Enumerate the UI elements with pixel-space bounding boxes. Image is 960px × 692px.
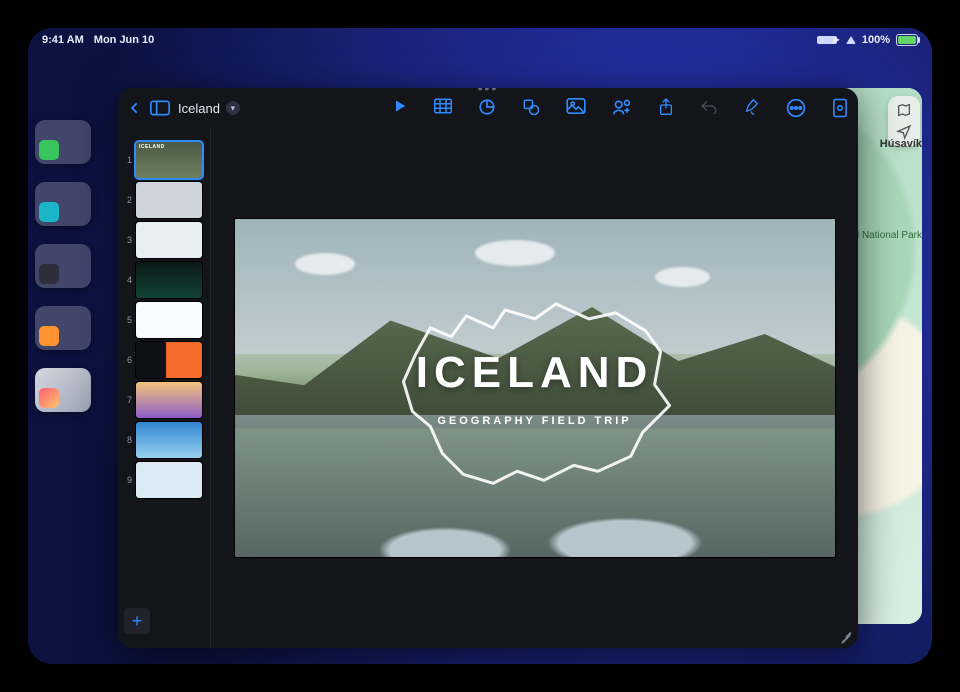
play-icon[interactable] <box>392 98 408 118</box>
slide-thumbnail-3[interactable]: 3 <box>122 222 206 258</box>
slide-canvas[interactable]: ICELAND GEOGRAPHY FIELD TRIP <box>211 128 858 648</box>
sidebar-toggle-button[interactable] <box>150 100 170 116</box>
window-resize-handle[interactable] <box>836 626 852 642</box>
slide-thumbnail-6[interactable]: 6 <box>122 342 206 378</box>
stage-tile-photos[interactable] <box>35 368 91 412</box>
document-title[interactable]: Iceland ▾ <box>178 101 240 116</box>
slide-thumbnail-1[interactable]: 1ICELAND <box>122 142 206 178</box>
status-date: Mon Jun 10 <box>94 34 155 46</box>
battery-pct: 100% <box>862 34 890 46</box>
location-arrow-icon: ➤ <box>831 35 839 46</box>
files-app-icon <box>39 202 59 222</box>
slide-navigator: 1ICELAND 2 3 4 5 6 7 8 9 + <box>118 128 211 648</box>
stage-tile-files[interactable] <box>35 182 91 226</box>
slide-thumbnail-9[interactable]: 9 <box>122 462 206 498</box>
slide-thumbnail-5[interactable]: 5 <box>122 302 206 338</box>
slide-content[interactable]: ICELAND GEOGRAPHY FIELD TRIP <box>235 219 835 557</box>
collaborate-icon[interactable] <box>612 98 632 118</box>
stage-manager-strip <box>28 60 98 654</box>
format-brush-icon[interactable] <box>744 98 760 118</box>
keynote-app-window: ••• Iceland ▾ <box>118 88 858 648</box>
three-dots-icon[interactable] <box>817 36 825 44</box>
stage-tile-calculator[interactable] <box>35 306 91 350</box>
window-handle-icon[interactable]: ••• <box>478 88 499 96</box>
wifi-icon <box>846 36 856 44</box>
translate-app-icon <box>39 264 59 284</box>
stage-tile-messages[interactable] <box>35 120 91 164</box>
slide-title[interactable]: ICELAND <box>235 348 835 398</box>
shape-icon[interactable] <box>522 98 540 118</box>
table-icon[interactable] <box>434 98 452 118</box>
chart-icon[interactable] <box>478 98 496 118</box>
stage-tile-translate[interactable] <box>35 244 91 288</box>
document-title-text: Iceland <box>178 101 220 116</box>
more-icon[interactable] <box>786 98 806 118</box>
undo-icon[interactable] <box>700 98 718 118</box>
keynote-toolbar <box>392 98 848 118</box>
document-options-icon[interactable] <box>832 98 848 118</box>
slide-subtitle[interactable]: GEOGRAPHY FIELD TRIP <box>235 415 835 427</box>
share-icon[interactable] <box>658 98 674 118</box>
photos-app-icon <box>39 388 59 408</box>
status-bar: 9:41 AM Mon Jun 10 ➤ 100% <box>28 28 932 50</box>
messages-app-icon <box>39 140 59 160</box>
slide-thumbnail-2[interactable]: 2 <box>122 182 206 218</box>
ipad-screen: 9:41 AM Mon Jun 10 ➤ 100% Húsavík Vatnaj… <box>28 28 932 664</box>
calculator-app-icon <box>39 326 59 346</box>
image-icon[interactable] <box>566 98 586 118</box>
battery-icon <box>896 34 918 46</box>
ipad-device-frame: 9:41 AM Mon Jun 10 ➤ 100% Húsavík Vatnaj… <box>0 0 960 692</box>
status-time: 9:41 AM <box>42 34 84 46</box>
slide-thumbnail-4[interactable]: 4 <box>122 262 206 298</box>
chevron-down-icon[interactable]: ▾ <box>226 101 240 115</box>
slide-thumbnail-7[interactable]: 7 <box>122 382 206 418</box>
slide-thumbnail-8[interactable]: 8 <box>122 422 206 458</box>
back-button[interactable] <box>128 99 142 117</box>
map-layers-icon[interactable] <box>896 102 912 118</box>
add-slide-button[interactable]: + <box>124 608 150 634</box>
